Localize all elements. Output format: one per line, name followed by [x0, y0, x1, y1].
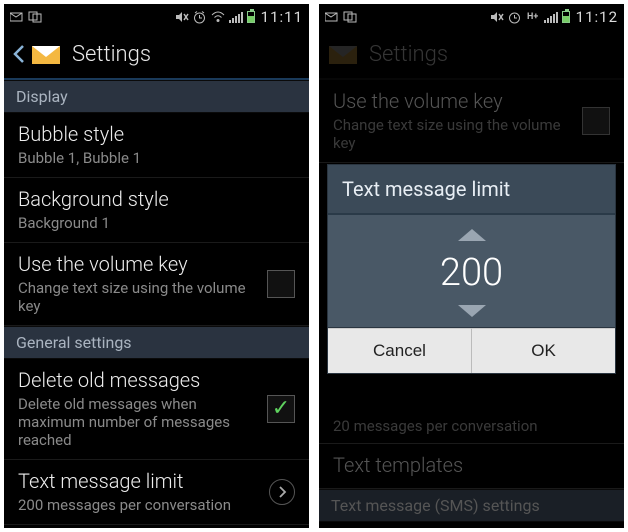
back-icon[interactable]	[12, 47, 26, 61]
mute-icon	[490, 10, 504, 24]
item-title: Use the volume key	[18, 252, 257, 277]
notification-icon	[10, 10, 24, 24]
status-clock: 11:11	[261, 8, 303, 26]
item-text-message-limit[interactable]: Text message limit 200 messages per conv…	[4, 460, 309, 525]
left-screen: 11:11 Settings Display Bubble style Bubb…	[4, 4, 309, 528]
screenshot-icon	[343, 10, 357, 24]
chevron-right-icon	[269, 479, 295, 505]
item-subtitle: Change text size using the volume key	[18, 279, 257, 315]
email-app-icon	[30, 42, 62, 66]
mute-icon	[175, 10, 189, 24]
item-subtitle: Bubble 1, Bubble 1	[18, 149, 295, 167]
item-title: Delete old messages	[18, 368, 257, 393]
item-text-templates: Text templates	[319, 444, 624, 489]
dialog-title: Text message limit	[328, 165, 615, 215]
decrement-button[interactable]	[458, 305, 486, 317]
item-title: Use the volume key	[333, 89, 572, 114]
alarm-icon	[193, 10, 207, 24]
section-sms-settings: Text message (SMS) settings	[319, 489, 624, 522]
status-bar: 11:11	[4, 4, 309, 30]
item-subtitle: Change text size using the volume key	[333, 116, 572, 152]
ok-button[interactable]: OK	[471, 328, 615, 373]
section-general: General settings	[4, 326, 309, 359]
number-picker: 200	[328, 215, 615, 328]
item-title: Text templates	[333, 453, 463, 478]
app-header: Settings	[319, 30, 624, 80]
item-volume-key[interactable]: Use the volume key Change text size usin…	[4, 243, 309, 326]
data-icon: H+	[526, 10, 540, 24]
check-icon: ✓	[272, 398, 290, 420]
item-subtitle: 20 messages per conversation	[333, 417, 538, 435]
item-mms-limit-sub: 20 messages per conversation	[319, 411, 624, 444]
item-bubble-style[interactable]: Bubble style Bubble 1, Bubble 1	[4, 113, 309, 178]
battery-icon	[562, 11, 570, 23]
item-title: Text message limit	[18, 469, 259, 494]
app-header: Settings	[4, 30, 309, 80]
right-screen: H+ 11:12 Settings Use the volume key Cha…	[319, 4, 624, 528]
header-title: Settings	[72, 42, 151, 67]
status-bar: H+ 11:12	[319, 4, 624, 30]
item-subtitle: 200 messages per conversation	[18, 496, 259, 514]
alarm-icon	[508, 10, 522, 24]
checkbox-unchecked[interactable]	[267, 270, 295, 298]
cancel-button[interactable]: Cancel	[328, 328, 471, 373]
checkbox-checked[interactable]: ✓	[267, 395, 295, 423]
signal-icon	[229, 11, 243, 23]
status-clock: 11:12	[576, 8, 618, 26]
section-display: Display	[4, 80, 309, 113]
battery-icon	[247, 11, 255, 23]
increment-button[interactable]	[458, 229, 486, 241]
checkbox-unchecked	[582, 107, 610, 135]
item-title: Background style	[18, 187, 295, 212]
item-background-style[interactable]: Background style Background 1	[4, 178, 309, 243]
signal-icon	[544, 11, 558, 23]
item-volume-key: Use the volume key Change text size usin…	[319, 80, 624, 163]
screenshot-icon	[28, 10, 42, 24]
header-title: Settings	[369, 42, 448, 67]
picker-value[interactable]: 200	[410, 247, 533, 299]
wifi-icon	[211, 10, 225, 24]
item-title: Bubble style	[18, 122, 295, 147]
notification-icon	[325, 10, 339, 24]
number-picker-dialog: Text message limit 200 Cancel OK	[327, 164, 616, 374]
item-subtitle: Delete old messages when maximum number …	[18, 395, 257, 449]
item-subtitle: Background 1	[18, 214, 295, 232]
item-delete-old-messages[interactable]: Delete old messages Delete old messages …	[4, 359, 309, 460]
email-app-icon	[327, 42, 359, 66]
